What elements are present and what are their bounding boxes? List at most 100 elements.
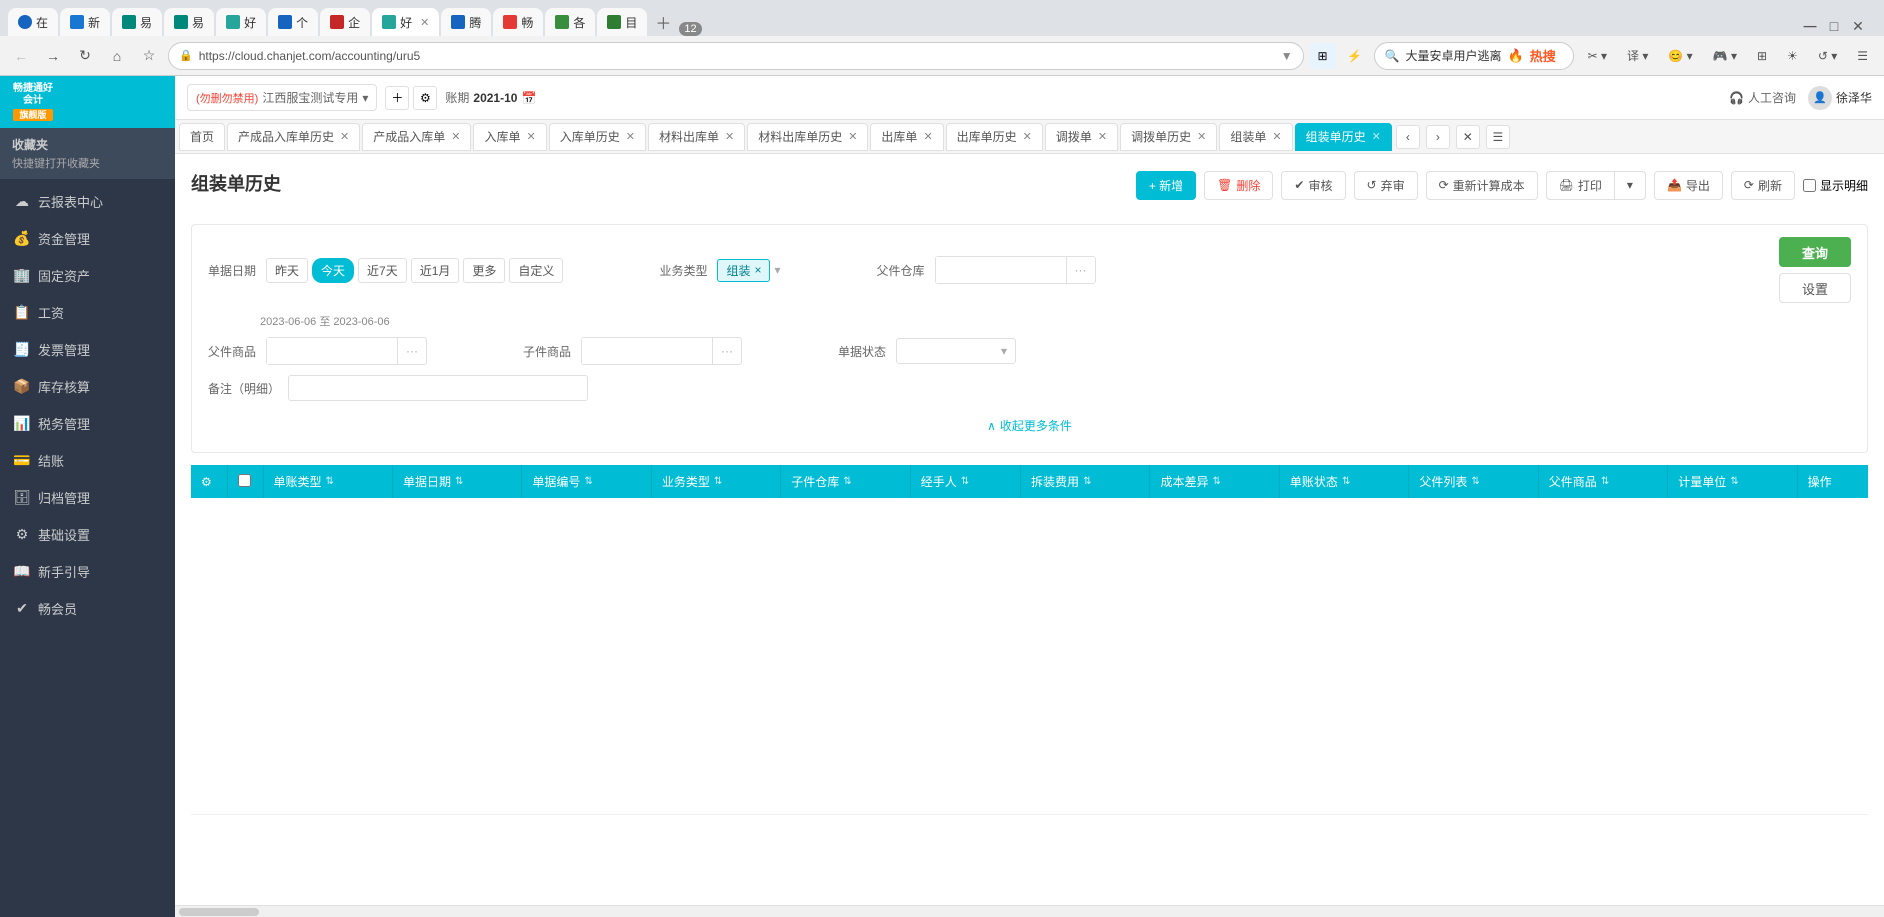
tab-scroll-right[interactable]: › (1426, 125, 1450, 149)
th-disassemble-fee[interactable]: 拆装费用 ⇅ (1021, 465, 1150, 498)
th-child-warehouse[interactable]: 子件仓库 ⇅ (781, 465, 910, 498)
sort-date-icon[interactable]: ⇅ (455, 476, 463, 487)
select-all-checkbox[interactable] (238, 474, 251, 487)
th-settings[interactable]: ⚙ (191, 465, 227, 498)
tab-close-all[interactable]: ✕ (1456, 125, 1480, 149)
sort-type-icon[interactable]: ⇅ (326, 476, 334, 487)
sidebar-item-cloud-report[interactable]: ☁ 云报表中心 (0, 183, 175, 220)
collapse-filter-btn[interactable]: ∧ 收起更多条件 (208, 411, 1851, 440)
minimize-button[interactable]: ─ (1800, 16, 1820, 36)
page-tab-inbound[interactable]: 入库单 ✕ (473, 123, 546, 151)
page-tab-material-out[interactable]: 材料出库单 ✕ (648, 123, 745, 151)
doc-status-dropdown-icon[interactable]: ▾ (1001, 344, 1007, 358)
tab-out-history-close[interactable]: ✕ (1023, 130, 1032, 143)
maximize-button[interactable]: □ (1824, 16, 1844, 36)
sidebar-item-inventory[interactable]: 📦 库存核算 (0, 368, 175, 405)
browser-search-bar[interactable]: 🔍 大量安卓用户逃离 🔥 热搜 (1374, 42, 1574, 70)
query-button[interactable]: 查询 (1779, 237, 1851, 267)
parent-warehouse-dots[interactable]: ··· (1066, 257, 1095, 283)
th-unit[interactable]: 计量单位 ⇅ (1668, 465, 1797, 498)
sidebar-item-payroll[interactable]: 📋 工资 (0, 294, 175, 331)
sort-parent-goods-icon[interactable]: ⇅ (1601, 476, 1609, 487)
page-tab-assembly-history[interactable]: 组装单历史 ✕ (1295, 123, 1392, 151)
browser-tab-2[interactable]: 新 (60, 8, 110, 36)
filter-parent-warehouse-input[interactable]: ··· (935, 256, 1096, 284)
extension-icon[interactable]: ⚡ (1342, 43, 1368, 69)
browser-tab-5[interactable]: 好 (216, 8, 266, 36)
sidebar-item-settings[interactable]: ⚙ 基础设置 (0, 516, 175, 553)
tab-produce-in-history-close[interactable]: ✕ (340, 130, 349, 143)
page-tab-produce-in-history[interactable]: 产成品入库单历史 ✕ (227, 123, 360, 151)
refresh-button[interactable]: ⟳ 刷新 (1731, 171, 1795, 200)
browser-tab-10[interactable]: 畅 (493, 8, 543, 36)
parent-goods-text-input[interactable] (267, 338, 397, 364)
biz-type-tag-remove[interactable]: × (754, 263, 761, 277)
th-type[interactable]: 单账类型 ⇅ (263, 465, 392, 498)
tab-transfer-history-close[interactable]: ✕ (1197, 130, 1206, 143)
th-cost-diff[interactable]: 成本差异 ⇅ (1150, 465, 1279, 498)
close-window-button[interactable]: ✕ (1848, 16, 1868, 36)
tab-transfer-close[interactable]: ✕ (1098, 130, 1107, 143)
sidebar-item-member[interactable]: ✔ 畅会员 (0, 590, 175, 627)
address-dropdown-icon[interactable]: ▼ (1281, 49, 1293, 63)
favorites-shortcut[interactable]: 快捷键打开收藏夹 (12, 155, 163, 171)
add-button[interactable]: + 新增 (1136, 171, 1196, 200)
sidebar-item-settle[interactable]: 💳 结账 (0, 442, 175, 479)
browser-tab-9[interactable]: 腾 (441, 8, 491, 36)
doc-status-select[interactable]: ▾ (896, 338, 1016, 364)
tab-assembly-history-close[interactable]: ✕ (1372, 130, 1381, 143)
page-tab-out[interactable]: 出库单 ✕ (870, 123, 943, 151)
bookmark-button[interactable]: ☆ (136, 43, 162, 69)
grid-button[interactable]: ⊞ (1749, 46, 1775, 66)
tab-produce-in-close[interactable]: ✕ (451, 130, 460, 143)
filter-last-month-btn[interactable]: 近1月 (411, 258, 460, 283)
page-tab-produce-in[interactable]: 产成品入库单 ✕ (362, 123, 471, 151)
page-tab-out-history[interactable]: 出库单历史 ✕ (946, 123, 1043, 151)
user-profile[interactable]: 👤 徐泽华 (1808, 86, 1872, 110)
delete-button[interactable]: 🗑 删除 (1204, 171, 1273, 200)
forward-button[interactable]: → (40, 43, 66, 69)
filter-parent-goods-input[interactable]: ··· (266, 337, 427, 365)
tab-close-8[interactable]: ✕ (420, 16, 429, 29)
export-button[interactable]: 📤 导出 (1654, 171, 1723, 200)
sidebar-item-fixed-assets[interactable]: 🏢 固定资产 (0, 257, 175, 294)
remark-input[interactable] (288, 375, 588, 401)
sort-unit-icon[interactable]: ⇅ (1730, 476, 1738, 487)
sort-disassemble-fee-icon[interactable]: ⇅ (1083, 476, 1091, 487)
th-checkbox[interactable] (227, 465, 263, 498)
qr-code-button[interactable]: ⊞ (1310, 43, 1336, 69)
browser-tab-12[interactable]: 目 (597, 8, 647, 36)
period-value[interactable]: 2021-10 📅 (473, 91, 536, 105)
sort-cost-diff-icon[interactable]: ⇅ (1213, 476, 1221, 487)
th-handler[interactable]: 经手人 ⇅ (910, 465, 1020, 498)
account-dropdown-icon[interactable]: ▾ (362, 91, 368, 105)
sidebar-item-tax[interactable]: 📊 税务管理 (0, 405, 175, 442)
page-tab-inbound-history[interactable]: 入库单历史 ✕ (549, 123, 646, 151)
parent-goods-dots[interactable]: ··· (397, 338, 426, 364)
calendar-icon[interactable]: 📅 (521, 91, 536, 105)
scissors-button[interactable]: ✂ ▾ (1580, 46, 1615, 66)
sort-handler-icon[interactable]: ⇅ (961, 476, 969, 487)
tab-scroll-left[interactable]: ‹ (1396, 125, 1420, 149)
recalc-cost-button[interactable]: ⟳ 重新计算成本 (1426, 171, 1538, 200)
brightness-button[interactable]: ☀ (1779, 46, 1806, 66)
add-account-button[interactable]: ＋ (385, 86, 409, 110)
tab-inbound-history-close[interactable]: ✕ (626, 130, 635, 143)
undo-button[interactable]: ↺ ▾ (1810, 46, 1845, 66)
settings-gear-icon[interactable]: ⚙ (201, 475, 212, 489)
home-button[interactable]: ⌂ (104, 43, 130, 69)
filter-child-goods-input[interactable]: ··· (581, 337, 742, 365)
sort-parent-list-icon[interactable]: ⇅ (1471, 476, 1479, 487)
biz-type-dropdown-icon[interactable]: ▾ (774, 263, 780, 277)
tab-more[interactable]: ☰ (1486, 125, 1510, 149)
browser-tab-8[interactable]: 好 ✕ (372, 8, 439, 36)
account-settings-button[interactable]: ⚙ (413, 86, 437, 110)
browser-tab-6[interactable]: 个 (268, 8, 318, 36)
page-tab-transfer[interactable]: 调拨单 ✕ (1045, 123, 1118, 151)
browser-tab-3[interactable]: 易 (112, 8, 162, 36)
sort-doc-status-icon[interactable]: ⇅ (1342, 476, 1350, 487)
sidebar-item-archive[interactable]: 🗄 归档管理 (0, 479, 175, 516)
print-dropdown[interactable]: ▾ (1614, 171, 1646, 200)
account-selector[interactable]: (勿删勿禁用) 江西服宝测试专用 ▾ (187, 84, 377, 111)
tab-assembly-close[interactable]: ✕ (1272, 130, 1281, 143)
